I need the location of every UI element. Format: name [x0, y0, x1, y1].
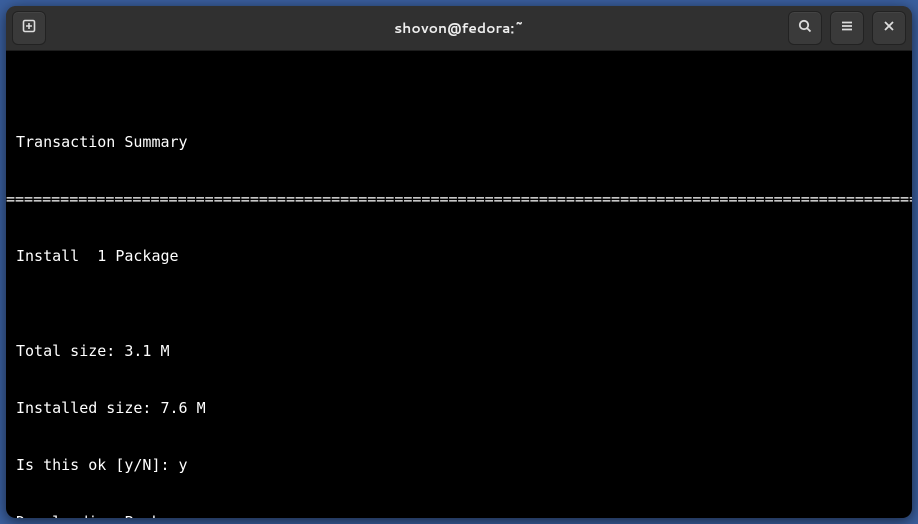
- terminal[interactable]: Transaction Summary ====================…: [6, 51, 912, 518]
- close-icon: [881, 18, 897, 38]
- titlebar-left: [12, 11, 46, 45]
- term-line: Install 1 Package: [6, 247, 912, 266]
- titlebar: shovon@fedora:~: [6, 6, 912, 51]
- term-separator: ========================================…: [6, 190, 912, 209]
- term-line: Downloading Packages:: [6, 513, 912, 518]
- close-button[interactable]: [872, 11, 906, 45]
- search-button[interactable]: [788, 11, 822, 45]
- term-line: Is this ok [y/N]: y: [6, 456, 912, 475]
- term-line: Installed size: 7.6 M: [6, 399, 912, 418]
- window-title: shovon@fedora:~: [6, 18, 912, 38]
- menu-button[interactable]: [830, 11, 864, 45]
- search-icon: [797, 18, 813, 38]
- term-line: Total size: 3.1 M: [6, 342, 912, 361]
- new-tab-button[interactable]: [12, 11, 46, 45]
- titlebar-right: [788, 11, 906, 45]
- term-line: Transaction Summary: [6, 133, 912, 152]
- terminal-window: shovon@fedora:~: [6, 6, 912, 518]
- hamburger-menu-icon: [839, 18, 855, 38]
- new-tab-icon: [21, 18, 37, 38]
